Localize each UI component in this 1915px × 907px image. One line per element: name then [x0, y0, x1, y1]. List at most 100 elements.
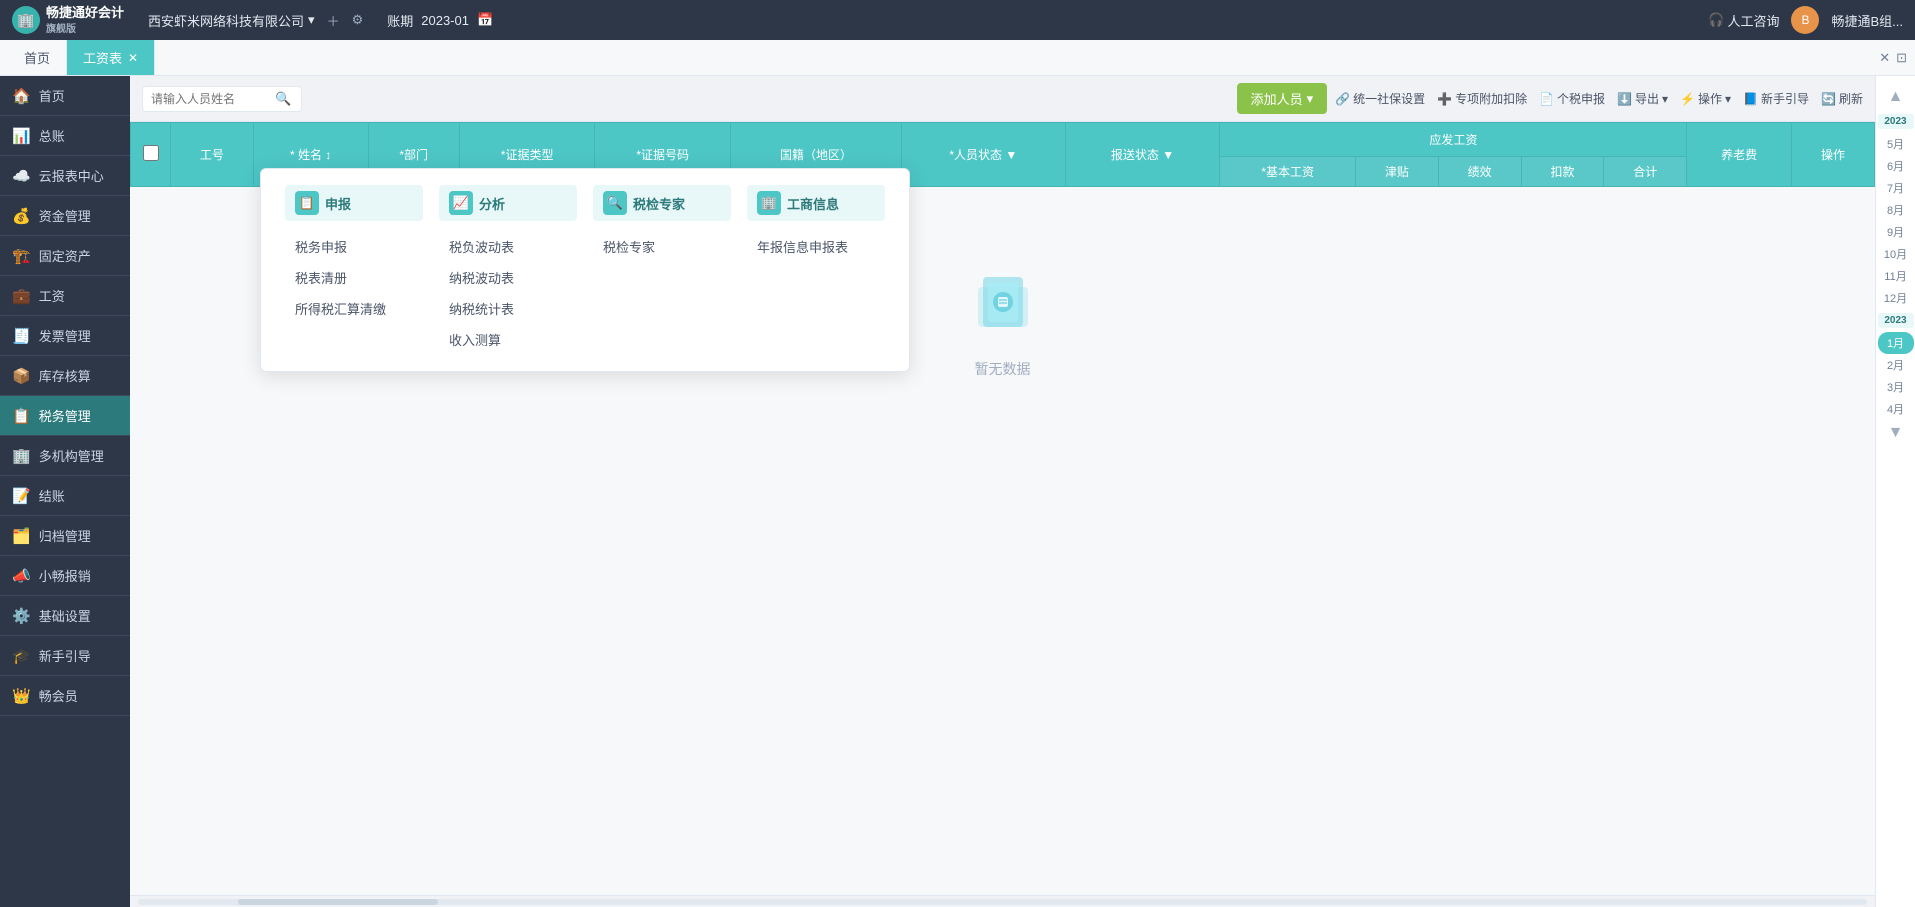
action-tax-declaration[interactable]: 📄 个税申报: [1539, 90, 1605, 107]
action-label-4: 导出: [1635, 90, 1659, 107]
analysis-col-icon: 📈: [449, 191, 473, 215]
cloud-icon: ☁️: [12, 167, 31, 185]
action-special-deduction[interactable]: ➕ 专项附加扣除: [1437, 90, 1527, 107]
th-deduction: 扣款: [1521, 157, 1604, 187]
timeline-month-10[interactable]: 10月: [1878, 243, 1914, 265]
timeline-month-3[interactable]: 3月: [1878, 376, 1914, 398]
support-btn[interactable]: 🎧 人工咨询: [1708, 11, 1779, 30]
sidebar-label-home: 首页: [39, 86, 65, 105]
app-sub: 旗舰版: [46, 20, 124, 35]
timeline-month-11[interactable]: 11月: [1878, 265, 1914, 287]
menu-tax-expert[interactable]: 税检专家: [593, 231, 731, 262]
menu-tax-statistics[interactable]: 纳税统计表: [439, 293, 577, 324]
scroll-thumb[interactable]: [238, 899, 438, 905]
guide-icon: 🎓: [12, 647, 31, 665]
sidebar-item-ledger[interactable]: 📊 总账: [0, 116, 130, 156]
toolbar-actions: 🔗 统一社保设置 ➕ 专项附加扣除 📄 个税申报 ⬇️ 导出 ▾ ⚡: [1335, 90, 1863, 107]
tab-salary[interactable]: 工资表 ✕: [67, 40, 155, 75]
sidebar-item-multi[interactable]: 🏢 多机构管理: [0, 436, 130, 476]
sidebar-label-invoice: 发票管理: [39, 326, 91, 345]
timeline-nav-up[interactable]: ▲: [1884, 84, 1908, 110]
timeline-nav-down[interactable]: ▼: [1884, 420, 1908, 446]
menu-tax-declaration[interactable]: 税务申报: [285, 231, 423, 262]
timeline-month-12[interactable]: 12月: [1878, 287, 1914, 309]
declaration-col-icon: 📋: [295, 191, 319, 215]
sidebar-item-guide[interactable]: 🎓 新手引导: [0, 636, 130, 676]
sidebar-item-home[interactable]: 🏠 首页: [0, 76, 130, 116]
archive-icon: 🗂️: [12, 527, 31, 545]
timeline-month-1-active[interactable]: 1月: [1878, 332, 1914, 354]
sidebar-label-expense: 小畅报销: [39, 566, 91, 585]
sidebar-item-member[interactable]: 👑 畅会员: [0, 676, 130, 716]
sidebar-item-archive[interactable]: 🗂️ 归档管理: [0, 516, 130, 556]
menu-income-estimate[interactable]: 收入测算: [439, 324, 577, 355]
operation-dropdown-icon: ▾: [1725, 92, 1731, 106]
bottom-scrollbar[interactable]: [130, 895, 1875, 907]
calendar-icon[interactable]: 📅: [477, 12, 493, 28]
company-selector[interactable]: 西安虾米网络科技有限公司 ▾: [148, 11, 315, 30]
sidebar-item-tax[interactable]: 📋 税务管理: [0, 396, 130, 436]
add-person-dropdown-icon: ▾: [1307, 91, 1314, 107]
action-operation[interactable]: ⚡ 操作 ▾: [1680, 90, 1731, 107]
export-dropdown-icon: ▾: [1662, 92, 1668, 106]
tab-close-icon[interactable]: ✕: [128, 51, 138, 65]
settings-icon[interactable]: ⚙: [352, 12, 364, 28]
th-report-status: 报送状态 ▼: [1065, 123, 1220, 187]
action-refresh[interactable]: 🔄 刷新: [1821, 90, 1863, 107]
dropdown-col-expert: 🔍 税检专家 税检专家: [585, 185, 739, 355]
search-icon[interactable]: 🔍: [275, 91, 291, 107]
sidebar-item-inventory[interactable]: 📦 库存核算: [0, 356, 130, 396]
action-social-insurance[interactable]: 🔗 统一社保设置: [1335, 90, 1425, 107]
tab-home[interactable]: 首页: [8, 40, 67, 75]
menu-income-tax-settle[interactable]: 所得税汇算清缴: [285, 293, 423, 324]
sidebar-item-expense[interactable]: 📣 小畅报销: [0, 556, 130, 596]
sidebar-item-salary[interactable]: 💼 工资: [0, 276, 130, 316]
action-export[interactable]: ⬇️ 导出 ▾: [1617, 90, 1668, 107]
action-guide[interactable]: 📘 新手引导: [1743, 90, 1809, 107]
add-company-icon[interactable]: ＋: [327, 11, 340, 30]
timeline-month-7[interactable]: 7月: [1878, 177, 1914, 199]
timeline-month-5[interactable]: 5月: [1878, 133, 1914, 155]
close-books-icon: 📝: [12, 487, 31, 505]
sidebar-item-cloud[interactable]: ☁️ 云报表中心: [0, 156, 130, 196]
sidebar-item-invoice[interactable]: 🧾 发票管理: [0, 316, 130, 356]
timeline-month-8[interactable]: 8月: [1878, 199, 1914, 221]
export-icon: ⬇️: [1617, 92, 1632, 106]
user-name: 畅捷通B组...: [1831, 11, 1903, 30]
period-value: 2023-01: [421, 13, 469, 28]
sidebar-item-settings[interactable]: ⚙️ 基础设置: [0, 596, 130, 636]
add-person-button[interactable]: 添加人员 ▾: [1237, 83, 1328, 114]
timeline-month-9[interactable]: 9月: [1878, 221, 1914, 243]
period-info: 账期 2023-01 📅: [387, 11, 493, 30]
analysis-title: 分析: [479, 194, 505, 213]
sidebar-item-assets[interactable]: 🏗️ 固定资产: [0, 236, 130, 276]
tax-icon: 📋: [12, 407, 31, 425]
assets-icon: 🏗️: [12, 247, 31, 265]
user-avatar: B: [1791, 6, 1819, 34]
menu-tax-fluctuation[interactable]: 纳税波动表: [439, 262, 577, 293]
tab-bar: 首页 工资表 ✕ ✕ ⊡: [0, 40, 1915, 76]
timeline-month-2[interactable]: 2月: [1878, 354, 1914, 376]
th-checkbox[interactable]: [131, 123, 171, 187]
sidebar-label-multi: 多机构管理: [39, 446, 104, 465]
action-label-1: 统一社保设置: [1353, 90, 1425, 107]
tab-restore-icon[interactable]: ⊡: [1896, 50, 1907, 66]
tab-close-all-icon[interactable]: ✕: [1879, 50, 1890, 66]
timeline-month-6[interactable]: 6月: [1878, 155, 1914, 177]
timeline-month-4[interactable]: 4月: [1878, 398, 1914, 420]
search-input[interactable]: [151, 92, 271, 106]
tax-declaration-icon: 📄: [1539, 92, 1554, 106]
menu-annual-report[interactable]: 年报信息申报表: [747, 231, 885, 262]
fund-icon: 💰: [12, 207, 31, 225]
select-all-checkbox[interactable]: [143, 145, 159, 161]
sidebar-label-salary: 工资: [39, 286, 65, 305]
menu-tax-clearance[interactable]: 税表清册: [285, 262, 423, 293]
headset-icon: 🎧: [1708, 12, 1724, 28]
operation-icon: ⚡: [1680, 92, 1695, 106]
menu-tax-burden-fluctuation[interactable]: 税负波动表: [439, 231, 577, 262]
sidebar-item-fund[interactable]: 💰 资金管理: [0, 196, 130, 236]
action-label-7: 刷新: [1839, 90, 1863, 107]
action-label-5: 操作: [1698, 90, 1722, 107]
sidebar-item-close[interactable]: 📝 结账: [0, 476, 130, 516]
dropdown-menu: 📋 申报 税务申报 税表清册 所得税汇算清缴 📈 分析 税负波动表 纳税波动表 …: [260, 168, 910, 372]
